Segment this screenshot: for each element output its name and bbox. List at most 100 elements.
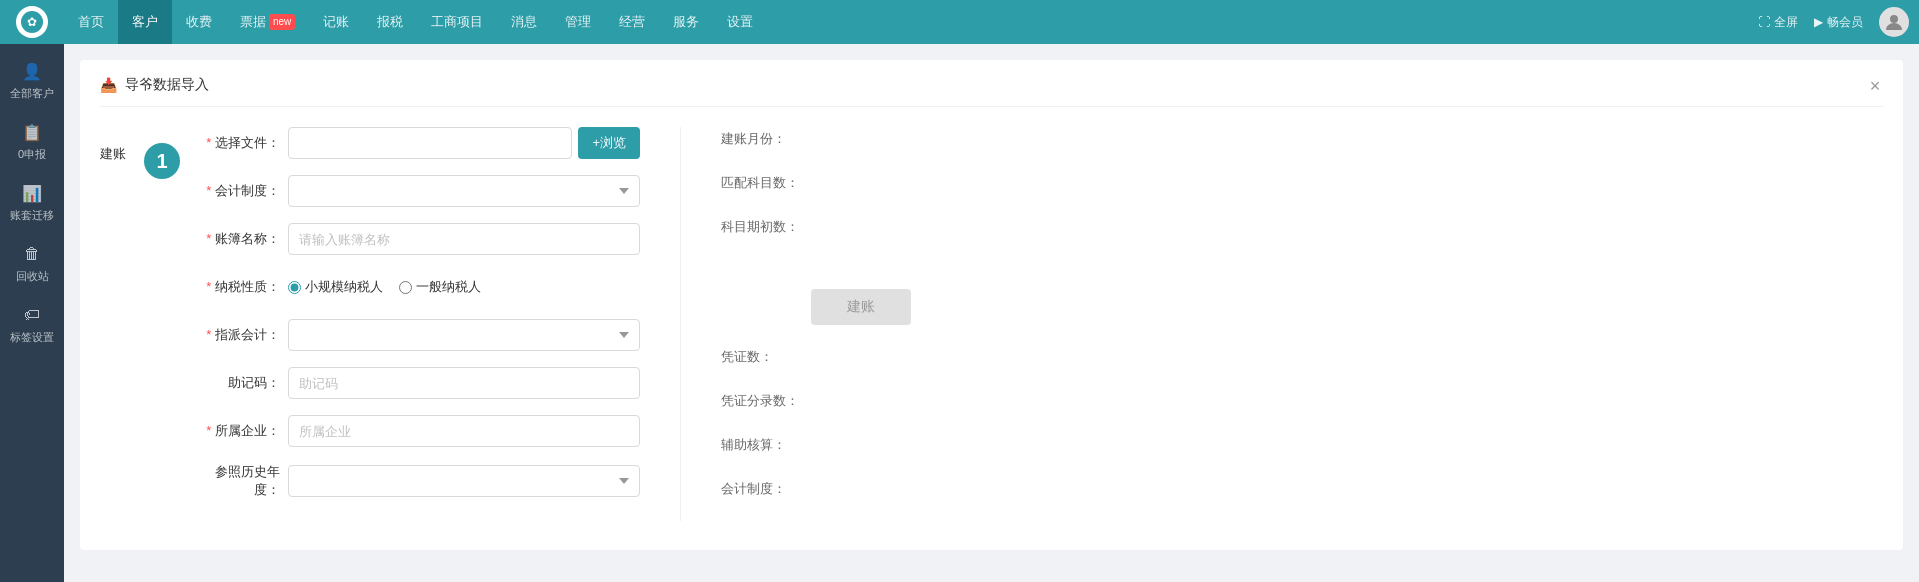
tax-general-label: 一般纳税人 bbox=[416, 278, 481, 296]
nav-item-服务[interactable]: 服务 bbox=[659, 0, 713, 44]
sidebar-icon: 📊 bbox=[21, 182, 43, 204]
memo-row: 助记码： bbox=[200, 367, 640, 399]
sidebar-icon: 🗑 bbox=[21, 243, 43, 265]
nav-item-管理[interactable]: 管理 bbox=[551, 0, 605, 44]
tax-small-label: 小规模纳税人 bbox=[305, 278, 383, 296]
page-header: 📥 导爷数据导入 bbox=[100, 76, 1883, 107]
sidebar-item-回收站[interactable]: 🗑 回收站 bbox=[0, 235, 64, 292]
company-row: * 所属企业： bbox=[200, 415, 640, 447]
sidebar: 👤 全部客户 📋 0申报 📊 账套迁移 🗑 回收站 🏷 标签设置 bbox=[0, 44, 64, 582]
form-right: 建账月份： 匹配科目数： 科目期初数： 建账 bbox=[680, 127, 1000, 521]
right-accounting-system-row: 会计制度： bbox=[721, 477, 1000, 501]
ledger-name-label: * 账簿名称： bbox=[200, 230, 280, 248]
file-input-group: +浏览 bbox=[288, 127, 640, 159]
build-month-label: 建账月份： bbox=[721, 130, 811, 148]
create-btn-area: 建账 bbox=[721, 269, 1000, 325]
top-nav: ✿ 首页客户收费票据new记账报税工商项目消息管理经营服务设置 ⛶ 全屏 ▶ 畅… bbox=[0, 0, 1919, 44]
voucher-label: 凭证数： bbox=[721, 348, 811, 366]
accounting-system-select[interactable] bbox=[288, 175, 640, 207]
nav-item-首页[interactable]: 首页 bbox=[64, 0, 118, 44]
vip-button[interactable]: ▶ 畅会员 bbox=[1814, 14, 1863, 31]
tax-nature-row: * 纳税性质： 小规模纳税人 一般纳税人 bbox=[200, 271, 640, 303]
tax-nature-label: * 纳税性质： bbox=[200, 278, 280, 296]
sidebar-label: 回收站 bbox=[16, 269, 49, 284]
subject-init-row: 科目期初数： bbox=[721, 215, 1000, 239]
tax-small-option[interactable]: 小规模纳税人 bbox=[288, 278, 383, 296]
page-title: 导爷数据导入 bbox=[125, 76, 209, 94]
assign-accountant-row: * 指派会计： bbox=[200, 319, 640, 351]
sidebar-item-0申报[interactable]: 📋 0申报 bbox=[0, 113, 64, 170]
company-label: * 所属企业： bbox=[200, 422, 280, 440]
nav-item-经营[interactable]: 经营 bbox=[605, 0, 659, 44]
nav-right: ⛶ 全屏 ▶ 畅会员 bbox=[1758, 7, 1909, 37]
nav-item-客户[interactable]: 客户 bbox=[118, 0, 172, 44]
tax-general-option[interactable]: 一般纳税人 bbox=[399, 278, 481, 296]
voucher-records-label: 凭证分录数： bbox=[721, 392, 811, 410]
sidebar-icon: 👤 bbox=[21, 60, 43, 82]
fullscreen-button[interactable]: ⛶ 全屏 bbox=[1758, 14, 1798, 31]
step-indicator: 1 bbox=[144, 135, 180, 179]
nav-item-消息[interactable]: 消息 bbox=[497, 0, 551, 44]
memo-label: 助记码： bbox=[200, 374, 280, 392]
accounting-system-label: * 会计制度： bbox=[200, 182, 280, 200]
file-row: * 选择文件： +浏览 bbox=[200, 127, 640, 159]
sidebar-item-全部客户[interactable]: 👤 全部客户 bbox=[0, 52, 64, 109]
nav-item-设置[interactable]: 设置 bbox=[713, 0, 767, 44]
file-label: * 选择文件： bbox=[200, 134, 280, 152]
step-label: 建账 bbox=[100, 135, 126, 163]
sidebar-item-账套迁移[interactable]: 📊 账套迁移 bbox=[0, 174, 64, 231]
sidebar-icon: 📋 bbox=[21, 121, 43, 143]
nav-item-记账[interactable]: 记账 bbox=[309, 0, 363, 44]
logo[interactable]: ✿ bbox=[10, 0, 54, 44]
nav-item-工商项目[interactable]: 工商项目 bbox=[417, 0, 497, 44]
nav-item-收费[interactable]: 收费 bbox=[172, 0, 226, 44]
memo-input[interactable] bbox=[288, 367, 640, 399]
history-year-row: 参照历史年度： bbox=[200, 463, 640, 499]
assign-accountant-select[interactable] bbox=[288, 319, 640, 351]
sidebar-label: 全部客户 bbox=[10, 86, 54, 101]
fullscreen-icon: ⛶ bbox=[1758, 15, 1770, 29]
accounting-system-row: * 会计制度： bbox=[200, 175, 640, 207]
sidebar-item-标签设置[interactable]: 🏷 标签设置 bbox=[0, 296, 64, 353]
vip-icon: ▶ bbox=[1814, 15, 1823, 29]
page-title-icon: 📥 bbox=[100, 77, 117, 93]
match-subject-label: 匹配科目数： bbox=[721, 174, 811, 192]
voucher-records-row: 凭证分录数： bbox=[721, 389, 1000, 413]
create-account-button[interactable]: 建账 bbox=[811, 289, 911, 325]
company-input[interactable] bbox=[288, 415, 640, 447]
voucher-row: 凭证数： bbox=[721, 345, 1000, 369]
history-year-select[interactable] bbox=[288, 465, 640, 497]
tax-nature-radio-group: 小规模纳税人 一般纳税人 bbox=[288, 278, 640, 296]
page-card: 📥 导爷数据导入 × 建账 1 bbox=[80, 60, 1903, 550]
match-subject-row: 匹配科目数： bbox=[721, 171, 1000, 195]
sidebar-icon: 🏷 bbox=[21, 304, 43, 326]
build-month-row: 建账月份： bbox=[721, 127, 1000, 151]
close-button[interactable]: × bbox=[1863, 74, 1887, 98]
browse-button[interactable]: +浏览 bbox=[578, 127, 640, 159]
form-container: 建账 1 * 选择文件： +浏览 bbox=[100, 127, 1883, 521]
ledger-name-input[interactable] bbox=[288, 223, 640, 255]
nav-item-报税[interactable]: 报税 bbox=[363, 0, 417, 44]
step-number: 1 bbox=[144, 143, 180, 179]
file-input[interactable] bbox=[288, 127, 572, 159]
subject-init-label: 科目期初数： bbox=[721, 218, 811, 236]
sidebar-label: 0申报 bbox=[18, 147, 46, 162]
nav-menu: 首页客户收费票据new记账报税工商项目消息管理经营服务设置 bbox=[64, 0, 767, 44]
avatar[interactable] bbox=[1879, 7, 1909, 37]
sidebar-label: 账套迁移 bbox=[10, 208, 54, 223]
history-year-label: 参照历史年度： bbox=[200, 463, 280, 499]
nav-item-票据[interactable]: 票据new bbox=[226, 0, 309, 44]
aux-accounting-label: 辅助核算： bbox=[721, 436, 811, 454]
aux-accounting-row: 辅助核算： bbox=[721, 433, 1000, 457]
right-accounting-system-label: 会计制度： bbox=[721, 480, 811, 498]
ledger-name-row: * 账簿名称： bbox=[200, 223, 640, 255]
tax-general-radio[interactable] bbox=[399, 281, 412, 294]
logo-icon: ✿ bbox=[27, 15, 37, 29]
svg-point-0 bbox=[1890, 15, 1898, 23]
form-fields: * 选择文件： +浏览 * 会计制度： bbox=[200, 127, 640, 515]
form-left: 建账 1 * 选择文件： +浏览 bbox=[100, 127, 640, 521]
assign-accountant-label: * 指派会计： bbox=[200, 326, 280, 344]
sidebar-label: 标签设置 bbox=[10, 330, 54, 345]
tax-small-radio[interactable] bbox=[288, 281, 301, 294]
main-content: 📥 导爷数据导入 × 建账 1 bbox=[64, 44, 1919, 582]
